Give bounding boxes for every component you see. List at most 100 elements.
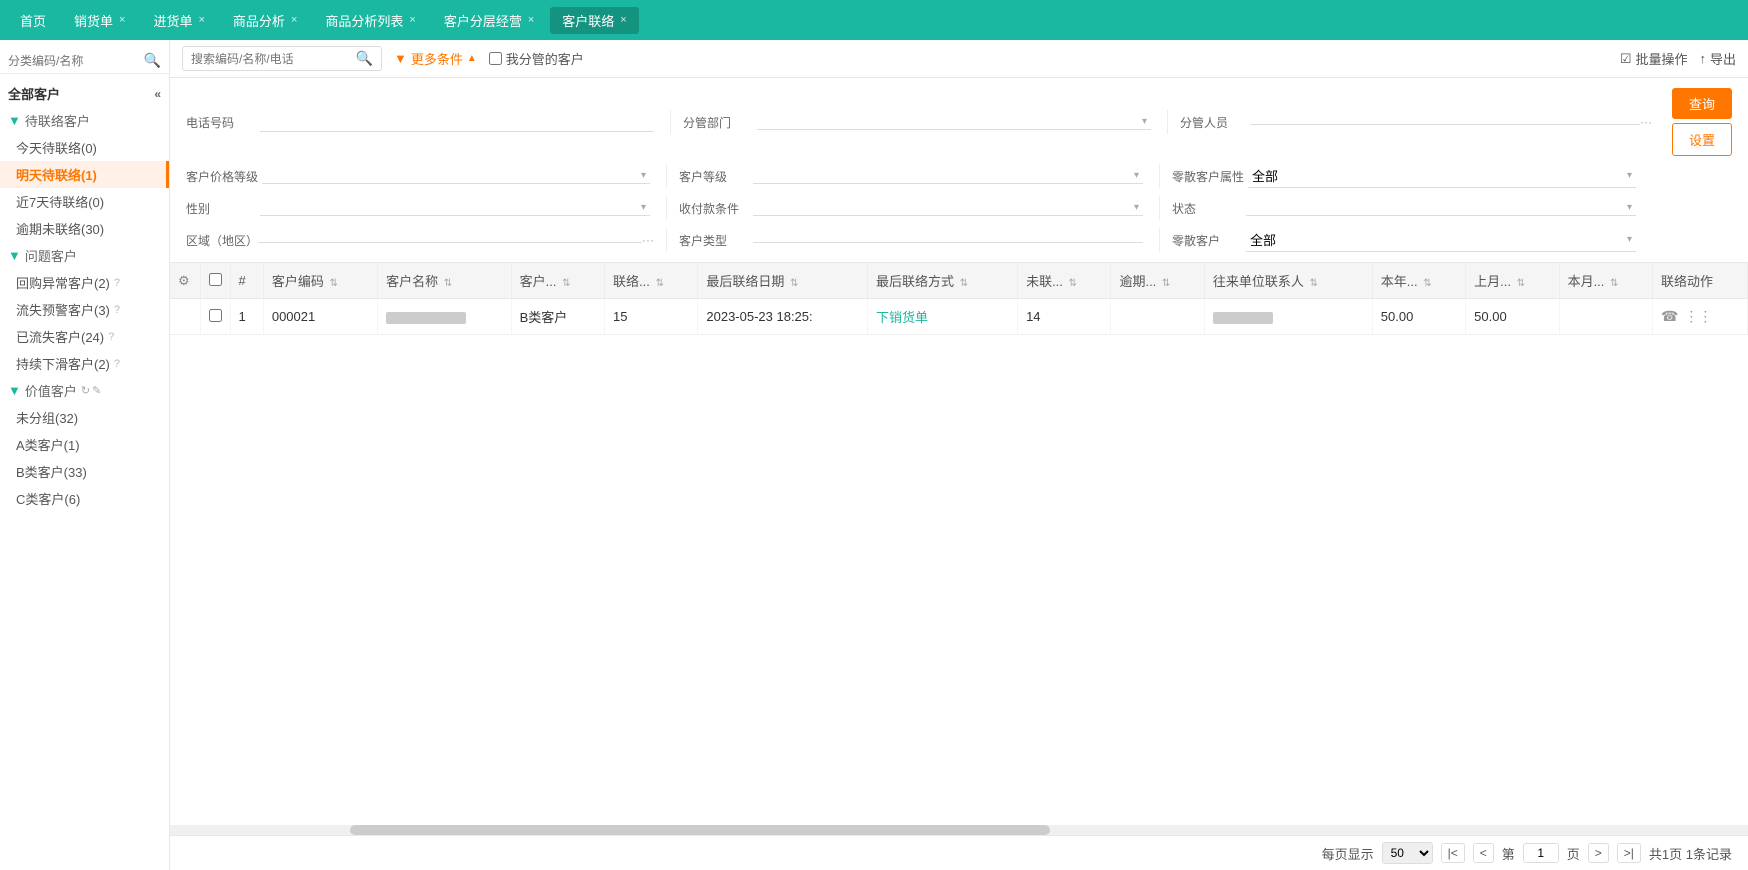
sidebar-item-class-c[interactable]: C类客户(6) [0, 485, 169, 512]
sidebar-item-churn-warning[interactable]: 流失预警客户(3) ? [0, 296, 169, 323]
sub-person-dots[interactable]: ··· [1640, 115, 1652, 129]
page-input[interactable] [1523, 843, 1559, 863]
sidebar-item-ungrouped[interactable]: 未分组(32) [0, 404, 169, 431]
nav-customer-contact[interactable]: 客户联络 × [550, 7, 638, 34]
sidebar-item-abnormal-repurchase[interactable]: 回购异常客户(2) ? [0, 269, 169, 296]
sidebar-item-7days[interactable]: 近7天待联络(0) [0, 188, 169, 215]
edit-icon[interactable]: ✎ [92, 384, 101, 397]
divider-8 [1159, 228, 1160, 252]
refresh-icon[interactable]: ↻ [81, 384, 90, 397]
more-action-icon[interactable]: ⋮⋮ [1684, 308, 1712, 325]
retail-attr-select[interactable]: 全部 ▾ [1248, 164, 1636, 188]
sidebar-item-class-b[interactable]: B类客户(33) [0, 458, 169, 485]
sidebar-item-overdue[interactable]: 逾期未联络(30) [0, 215, 169, 242]
toolbar: 🔍 ▼ 更多条件 ▲ 我分管的客户 ☑ 批量操作 ↑ 导出 [170, 40, 1748, 78]
scrollbar-thumb[interactable] [350, 825, 1050, 835]
filter-row-3: 性别 ▾ 收付款条件 ▾ 状态 [186, 196, 1732, 220]
sub-person-input[interactable] [1250, 120, 1640, 125]
sidebar-item-churned[interactable]: 已流失客户(24) ? [0, 323, 169, 350]
bulk-ops-button[interactable]: ☑ 批量操作 [1620, 49, 1688, 68]
sort-icon-no-contact: ⇅ [1069, 278, 1077, 289]
query-button[interactable]: 查询 [1672, 88, 1732, 119]
nav-sales-order[interactable]: 销货单 × [62, 7, 137, 34]
th-gear[interactable]: ⚙ [170, 263, 200, 299]
close-sales-order-icon[interactable]: × [119, 14, 125, 26]
sidebar-search-input[interactable] [8, 54, 144, 68]
close-product-analysis-icon[interactable]: × [291, 14, 297, 26]
region-dots[interactable]: ··· [642, 233, 654, 247]
next-page-button[interactable]: > [1588, 843, 1609, 863]
nav-product-analysis[interactable]: 商品分析 × [221, 7, 309, 34]
search-input[interactable] [191, 52, 356, 66]
nav-product-analysis-list[interactable]: 商品分析列表 × [313, 7, 427, 34]
divider-1 [670, 110, 671, 134]
help-icon-1[interactable]: ? [114, 304, 120, 316]
divider-3 [666, 164, 667, 188]
td-last-contact-date: 2023-05-23 18:25: [698, 299, 868, 335]
export-button[interactable]: ↑ 导出 [1699, 49, 1736, 68]
sidebar-search-icon[interactable]: 🔍 [144, 52, 161, 69]
chevron-down-icon-7: ▾ [1627, 202, 1632, 213]
customer-level-select[interactable]: ▾ [753, 168, 1143, 184]
gender-select[interactable]: ▾ [260, 200, 650, 216]
sidebar-item-today[interactable]: 今天待联络(0) [0, 134, 169, 161]
th-unit-contact[interactable]: 往来单位联系人 ⇅ [1204, 263, 1372, 299]
gear-icon[interactable]: ⚙ [178, 273, 190, 288]
nav-customer-tier[interactable]: 客户分层经营 × [432, 7, 546, 34]
th-last-contact-date[interactable]: 最后联络日期 ⇅ [698, 263, 868, 299]
help-icon-3[interactable]: ? [114, 358, 120, 370]
help-icon-0[interactable]: ? [114, 277, 120, 289]
th-no-contact[interactable]: 未联... ⇅ [1018, 263, 1111, 299]
th-name[interactable]: 客户名称 ⇅ [378, 263, 511, 299]
set-button[interactable]: 设置 [1672, 123, 1732, 156]
th-last-contact-method[interactable]: 最后联络方式 ⇅ [868, 263, 1018, 299]
th-last-month[interactable]: 上月... ⇅ [1466, 263, 1559, 299]
status-select[interactable]: ▾ [1246, 200, 1636, 216]
top-nav: 首页 销货单 × 进货单 × 商品分析 × 商品分析列表 × 客户分层经营 × … [0, 0, 1748, 40]
th-type[interactable]: 客户... ⇅ [511, 263, 604, 299]
retail-customer-select[interactable]: 全部 ▾ [1246, 228, 1636, 252]
sidebar-item-declining[interactable]: 持续下滑客户(2) ? [0, 350, 169, 377]
help-icon-2[interactable]: ? [108, 331, 114, 343]
th-overdue[interactable]: 逾期... ⇅ [1111, 263, 1204, 299]
per-page-label: 每页显示 [1322, 844, 1374, 863]
last-page-button[interactable]: >| [1617, 843, 1641, 863]
th-code[interactable]: 客户编码 ⇅ [263, 263, 377, 299]
sidebar-item-tomorrow[interactable]: 明天待联络(1) [0, 161, 169, 188]
sub-dept-select[interactable]: ▾ [757, 114, 1151, 130]
first-page-button[interactable]: |< [1441, 843, 1465, 863]
close-purchase-order-icon[interactable]: × [198, 14, 204, 26]
region-input[interactable] [258, 238, 642, 243]
th-contact-count[interactable]: 联络... ⇅ [604, 263, 697, 299]
page-size-select[interactable]: 50 100 200 [1382, 842, 1433, 864]
nav-purchase-order[interactable]: 进货单 × [141, 7, 216, 34]
my-customers-checkbox[interactable] [489, 52, 502, 65]
triangle-icon-2: ▼ [8, 248, 21, 263]
my-customers-checkbox-label[interactable]: 我分管的客户 [489, 49, 584, 68]
prev-page-button[interactable]: < [1473, 843, 1494, 863]
row-checkbox[interactable] [209, 309, 222, 322]
chevron-down-icon-8: ▾ [1627, 234, 1632, 245]
all-customers-title[interactable]: 全部客户 « [0, 80, 169, 107]
close-product-analysis-list-icon[interactable]: × [409, 14, 415, 26]
sidebar-item-class-a[interactable]: A类客户(1) [0, 431, 169, 458]
payment-terms-select[interactable]: ▾ [753, 200, 1143, 216]
total-label: 共1页 1条记录 [1649, 844, 1732, 863]
close-customer-tier-icon[interactable]: × [528, 14, 534, 26]
retail-customer-field: 零散客户 全部 ▾ [1172, 228, 1640, 252]
filter-row-1: 电话号码 分管部门 ▾ 分管人员 ··· [186, 88, 1732, 156]
close-customer-contact-icon[interactable]: × [620, 14, 626, 26]
phone-input[interactable] [260, 113, 654, 132]
more-filter-button[interactable]: ▼ 更多条件 ▲ [390, 47, 481, 70]
horizontal-scrollbar[interactable] [170, 825, 1748, 835]
gender-label: 性别 [186, 200, 256, 217]
contact-action-icon[interactable]: ☎ [1661, 308, 1678, 325]
th-this-year[interactable]: 本年... ⇅ [1372, 263, 1465, 299]
search-icon[interactable]: 🔍 [356, 50, 373, 67]
nav-home[interactable]: 首页 [8, 7, 58, 34]
customer-type-select[interactable] [753, 238, 1143, 243]
select-all-checkbox[interactable] [209, 273, 222, 286]
last-contact-method-link[interactable]: 下销货单 [876, 310, 928, 325]
th-this-month[interactable]: 本月... ⇅ [1559, 263, 1652, 299]
price-level-select[interactable]: ▾ [262, 168, 650, 184]
